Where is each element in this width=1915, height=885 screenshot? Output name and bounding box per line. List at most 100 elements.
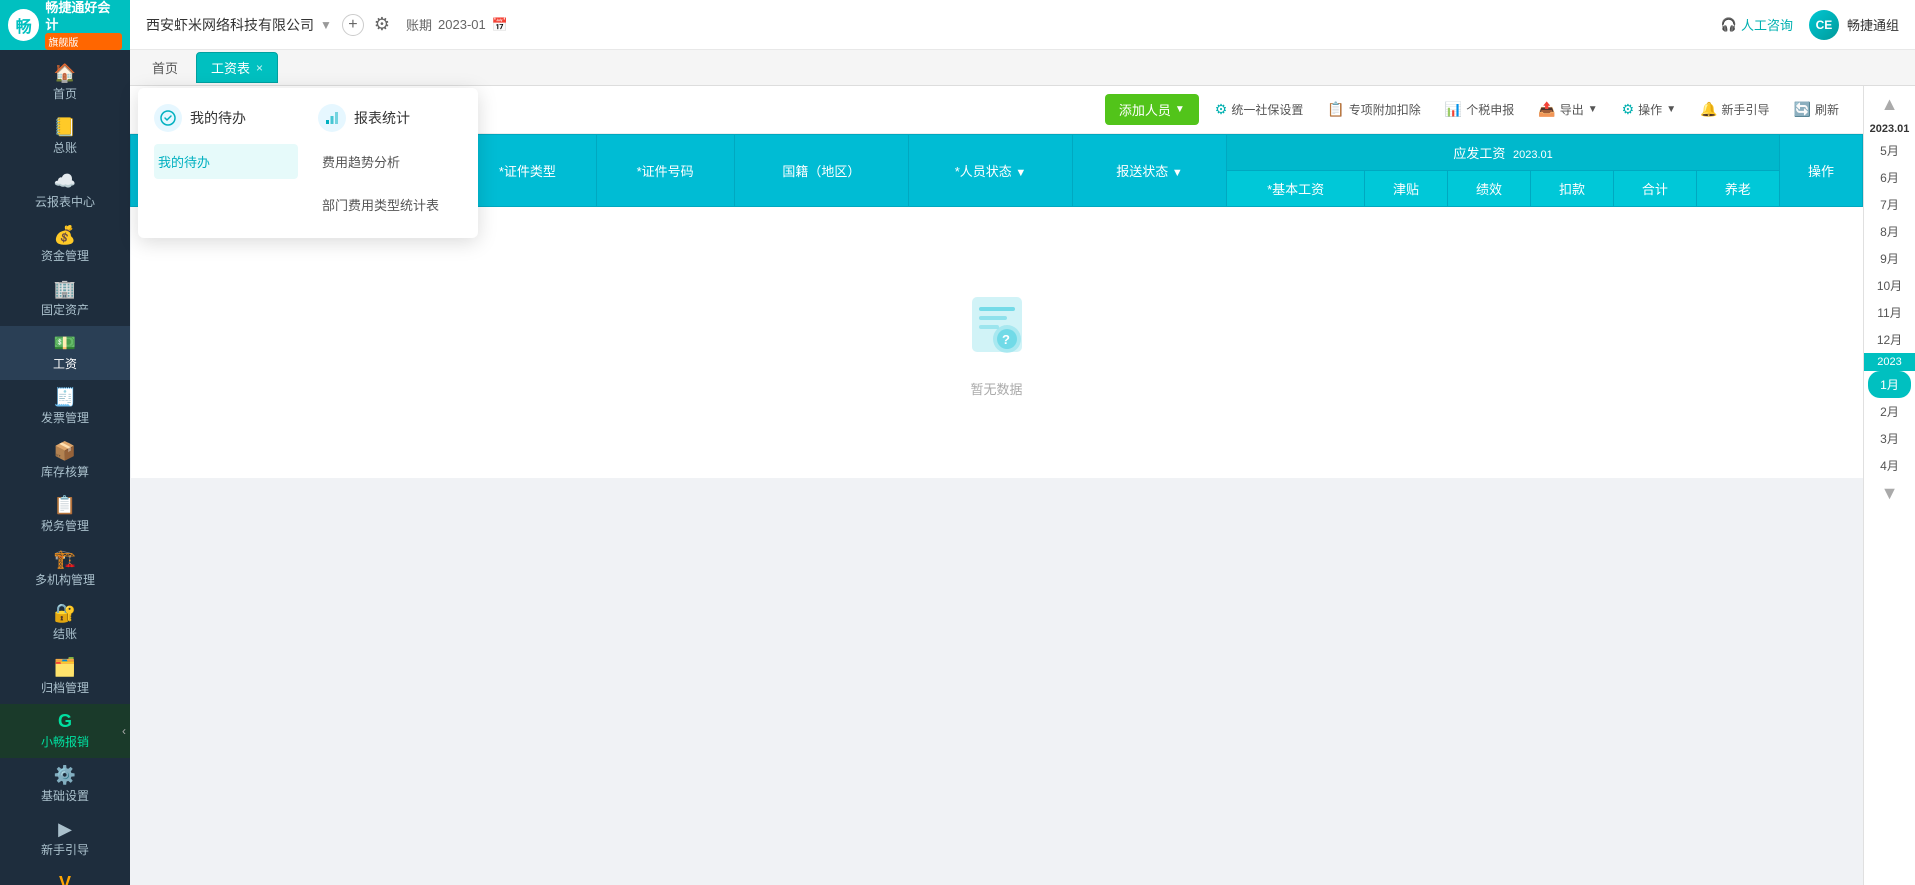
- service-button[interactable]: 🎧 人工咨询: [1721, 15, 1793, 34]
- service-icon: 🎧: [1721, 17, 1737, 33]
- operation-action[interactable]: ⚙ 操作 ▼: [1614, 97, 1684, 122]
- export-arrow-icon: ▼: [1588, 104, 1598, 115]
- popup-section-reports-header: 报表统计: [318, 104, 462, 132]
- sidebar-item-new-guide[interactable]: ▶ 新手引导: [0, 812, 130, 866]
- my-todo-label: 我的待办: [158, 152, 210, 171]
- sidebar-item-archive[interactable]: 🗂️ 归档管理: [0, 650, 130, 704]
- month-11[interactable]: 11月: [1864, 299, 1915, 326]
- social-insurance-label: 统一社保设置: [1231, 101, 1303, 118]
- tabs-bar: 首页 工资表 ×: [130, 50, 1915, 86]
- ledger-icon: 📒: [54, 118, 76, 136]
- app-badge: 旗舰版: [45, 33, 122, 50]
- tab-home[interactable]: 首页: [138, 53, 192, 82]
- sidebar-item-inventory[interactable]: 📦 库存核算: [0, 434, 130, 488]
- col-bonus-label: 绩效: [1476, 182, 1502, 197]
- sidebar-item-multi-org[interactable]: 🏗️ 多机构管理: [0, 542, 130, 596]
- popup-item-dept-cost[interactable]: 部门费用类型统计表: [318, 187, 462, 222]
- month-nav-down[interactable]: ▼: [1877, 479, 1903, 508]
- sidebar-label-wage: 工资: [53, 355, 77, 372]
- inventory-icon: 📦: [54, 442, 76, 460]
- sidebar-item-invoice[interactable]: 🧾 发票管理: [0, 380, 130, 434]
- special-deduction-icon: 📋: [1327, 101, 1344, 118]
- popup-section-todo-title: 我的待办: [190, 108, 246, 128]
- sidebar-item-fund[interactable]: 💰 资金管理: [0, 218, 130, 272]
- sidebar-item-cloud-reports[interactable]: ☁️ 云报表中心: [0, 164, 130, 218]
- col-basic-wage: *基本工资: [1227, 171, 1365, 207]
- sidebar-label-ledger: 总账: [53, 139, 77, 156]
- personal-tax-icon: 📊: [1445, 101, 1462, 118]
- calendar-icon[interactable]: 📅: [492, 17, 508, 33]
- user-menu[interactable]: CE 畅捷通组: [1809, 10, 1899, 40]
- month-7[interactable]: 7月: [1864, 191, 1915, 218]
- month-nav-up[interactable]: ▲: [1877, 90, 1903, 119]
- table-wrap: 工号 *姓名 ⇅ *部门 *证件类型: [130, 134, 1863, 885]
- refresh-icon: 🔄: [1794, 101, 1811, 118]
- month-3[interactable]: 3月: [1864, 425, 1915, 452]
- dropdown-popup: 我的待办 我的待办 报表统计 费用趋势分析: [138, 88, 478, 238]
- month-12[interactable]: 12月: [1864, 326, 1915, 353]
- period-value: 2023-01: [438, 17, 486, 32]
- col-total: 合计: [1613, 171, 1696, 207]
- popup-section-todo-header: 我的待办: [154, 104, 298, 132]
- add-company-button[interactable]: +: [342, 14, 364, 36]
- popup-item-cost-trend[interactable]: 费用趋势分析: [318, 144, 462, 179]
- tab-close-icon[interactable]: ×: [256, 61, 263, 75]
- empty-illustration: ?: [957, 287, 1037, 367]
- period-display: 账期 2023-01 📅: [406, 15, 508, 34]
- assets-icon: 🏢: [54, 280, 76, 298]
- col-cert-type-label: *证件类型: [499, 164, 556, 179]
- month-4[interactable]: 4月: [1864, 452, 1915, 479]
- person-status-filter-icon[interactable]: ▼: [1015, 167, 1026, 179]
- avatar: CE: [1809, 10, 1839, 40]
- month-8[interactable]: 8月: [1864, 218, 1915, 245]
- col-bonus: 绩效: [1447, 171, 1530, 207]
- app-logo: 畅 畅捷通好会计 旗舰版: [0, 0, 130, 50]
- wage-year-label: 2023.01: [1513, 149, 1553, 161]
- col-total-label: 合计: [1642, 182, 1668, 197]
- sidebar-label-home: 首页: [53, 85, 77, 102]
- sidebar-label-invoice: 发票管理: [41, 409, 89, 426]
- wage-icon: 💵: [54, 334, 76, 352]
- month-5[interactable]: 5月: [1864, 137, 1915, 164]
- sidebar-item-closing[interactable]: 🔐 结账: [0, 596, 130, 650]
- special-deduction-action[interactable]: 📋 专项附加扣除: [1319, 97, 1428, 122]
- company-selector[interactable]: 西安虾米网络科技有限公司 ▼: [146, 15, 332, 35]
- sidebar-item-general-ledger[interactable]: 📒 总账: [0, 110, 130, 164]
- sidebar-item-member[interactable]: V 畅会员: [0, 866, 130, 885]
- col-report-status-label: 报送状态: [1116, 164, 1168, 179]
- dept-cost-label: 部门费用类型统计表: [322, 195, 439, 214]
- month-10[interactable]: 10月: [1864, 272, 1915, 299]
- social-insurance-action[interactable]: ⚙ 统一社保设置: [1207, 97, 1312, 122]
- sidebar-item-fixed-assets[interactable]: 🏢 固定资产: [0, 272, 130, 326]
- sidebar-item-xiaochang[interactable]: G 小畅报销 ‹: [0, 704, 130, 758]
- export-action[interactable]: 📤 导出 ▼: [1530, 97, 1605, 122]
- sidebar-item-basic-settings[interactable]: ⚙️ 基础设置: [0, 758, 130, 812]
- popup-section-todo: 我的待办 我的待办: [154, 104, 298, 222]
- popup-columns: 我的待办 我的待办 报表统计 费用趋势分析: [154, 104, 462, 222]
- month-9[interactable]: 9月: [1864, 245, 1915, 272]
- add-person-button[interactable]: 添加人员 ▼: [1105, 94, 1199, 125]
- settings-button[interactable]: ⚙: [374, 14, 390, 35]
- month-1[interactable]: 1月: [1868, 371, 1911, 398]
- sidebar-label-xiaochang: 小畅报销: [41, 733, 89, 750]
- month-6[interactable]: 6月: [1864, 164, 1915, 191]
- sidebar-nav: 🏠 首页 📒 总账 ☁️ 云报表中心 💰 资金管理 🏢 固定资产 💵 工资 🧾 …: [0, 50, 130, 885]
- refresh-action[interactable]: 🔄 刷新: [1786, 97, 1847, 122]
- personal-tax-action[interactable]: 📊 个税申报: [1437, 97, 1522, 122]
- sidebar-item-wage[interactable]: 💵 工资: [0, 326, 130, 380]
- guide-action[interactable]: 🔔 新手引导: [1692, 97, 1777, 122]
- right-month-panel: ▲ 2023.01 5月 6月 7月 8月 9月 10月 11月 12月 202…: [1863, 86, 1915, 885]
- col-deduct-label: 扣款: [1559, 182, 1585, 197]
- tab-wage-table[interactable]: 工资表 ×: [196, 52, 278, 83]
- report-status-filter-icon[interactable]: ▼: [1172, 167, 1183, 179]
- sidebar-item-tax[interactable]: 📋 税务管理: [0, 488, 130, 542]
- sidebar-label-fund: 资金管理: [41, 247, 89, 264]
- sidebar-label-guide: 新手引导: [41, 841, 89, 858]
- archive-icon: 🗂️: [54, 658, 76, 676]
- sidebar-item-home[interactable]: 🏠 首页: [0, 56, 130, 110]
- col-pension-label: 养老: [1725, 182, 1751, 197]
- month-2[interactable]: 2月: [1864, 398, 1915, 425]
- tax-icon: 📋: [54, 496, 76, 514]
- invoice-icon: 🧾: [54, 388, 76, 406]
- popup-item-my-todo[interactable]: 我的待办: [154, 144, 298, 179]
